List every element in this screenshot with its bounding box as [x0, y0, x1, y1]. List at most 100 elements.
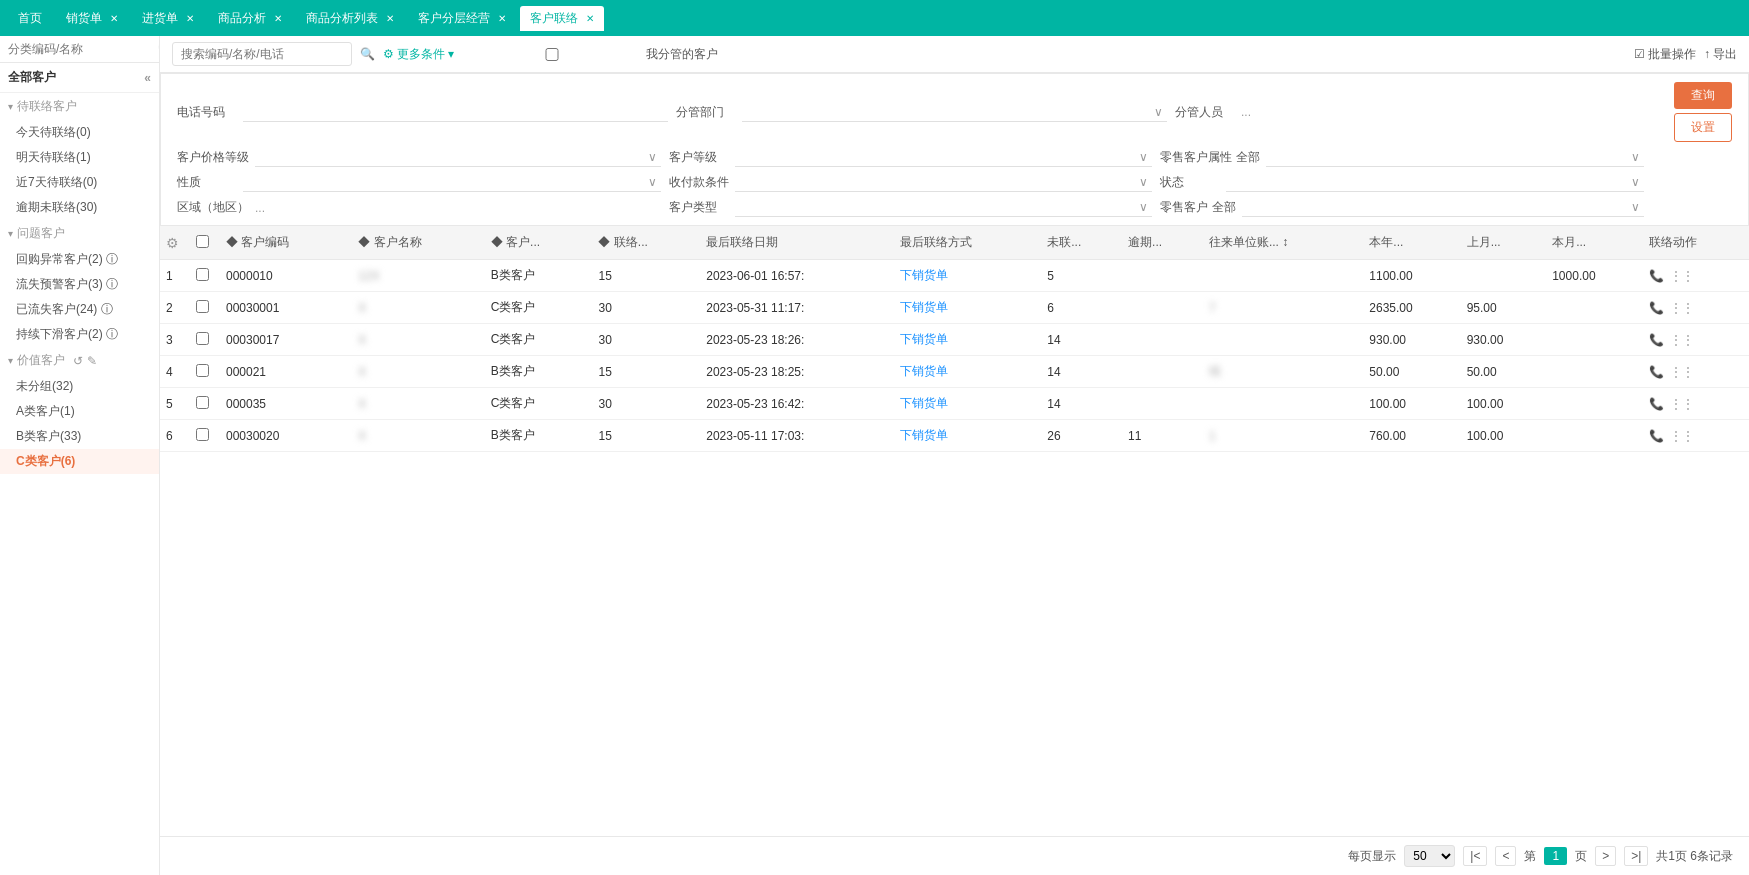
select-customer-grade[interactable]: ∨ — [735, 148, 1153, 167]
select-retail-attr[interactable]: ∨ — [1266, 148, 1644, 167]
col-this-month[interactable]: 本月... — [1546, 226, 1643, 260]
col-action[interactable]: 联络动作 — [1643, 226, 1749, 260]
select-customer-type[interactable]: ∨ — [735, 198, 1153, 217]
nav-customer-tier[interactable]: 客户分层经营 ✕ — [408, 6, 516, 31]
row-checkbox[interactable] — [196, 396, 209, 409]
contact-method-link[interactable]: 下销货单 — [900, 268, 948, 282]
sidebar-all-customers[interactable]: 全部客户 « — [0, 63, 159, 93]
col-type[interactable]: ◆ 客户... — [485, 226, 593, 260]
col-checkbox[interactable] — [190, 226, 220, 260]
sidebar-item-churned[interactable]: 已流失客户(24) ⓘ — [0, 297, 159, 322]
contact-method-link[interactable]: 下销货单 — [900, 300, 948, 314]
sidebar-item-declining[interactable]: 持续下滑客户(2) ⓘ — [0, 322, 159, 347]
call-icon[interactable]: 📞 — [1649, 301, 1664, 315]
call-icon[interactable]: 📞 — [1649, 333, 1664, 347]
col-name[interactable]: ◆ 客户名称 — [352, 226, 484, 260]
nav-analysis-list-close[interactable]: ✕ — [386, 13, 394, 24]
contact-method-link[interactable]: 下销货单 — [900, 332, 948, 346]
input-phone[interactable] — [243, 103, 668, 122]
cell-checkbox[interactable] — [190, 388, 220, 420]
col-code[interactable]: ◆ 客户编码 — [220, 226, 352, 260]
col-overdue[interactable]: 逾期... — [1122, 226, 1203, 260]
call-icon[interactable]: 📞 — [1649, 429, 1664, 443]
contact-method-link[interactable]: 下销货单 — [900, 364, 948, 378]
nav-home[interactable]: 首页 — [8, 6, 52, 31]
nav-analysis-close[interactable]: ✕ — [274, 13, 282, 24]
sidebar-item-abnormal-repurchase[interactable]: 回购异常客户(2) ⓘ — [0, 247, 159, 272]
nav-customer-contact[interactable]: 客户联络 ✕ — [520, 6, 604, 31]
col-last-month[interactable]: 上月... — [1461, 226, 1547, 260]
select-nature[interactable]: ∨ — [243, 173, 661, 192]
more-icon[interactable]: ⋮⋮ — [1670, 269, 1694, 283]
col-not-contacted[interactable]: 未联... — [1041, 226, 1122, 260]
pg-next-btn[interactable]: > — [1595, 846, 1616, 866]
dots-region[interactable]: ... — [255, 201, 265, 215]
my-customers-checkbox[interactable] — [462, 48, 642, 61]
sidebar-item-today[interactable]: 今天待联络(0) — [0, 120, 159, 145]
sidebar-item-overdue[interactable]: 逾期未联络(30) — [0, 195, 159, 220]
sidebar-item-class-a[interactable]: A类客户(1) — [0, 399, 159, 424]
col-last-contact-method[interactable]: 最后联络方式 — [894, 226, 1042, 260]
nav-analysis-list[interactable]: 商品分析列表 ✕ — [296, 6, 404, 31]
sidebar-item-7days[interactable]: 近7天待联络(0) — [0, 170, 159, 195]
select-retail-customer[interactable]: ∨ — [1242, 198, 1644, 217]
section-value-refresh-icon[interactable]: ↺ — [73, 354, 83, 368]
call-icon[interactable]: 📞 — [1649, 365, 1664, 379]
more-icon[interactable]: ⋮⋮ — [1670, 333, 1694, 347]
select-price-grade[interactable]: ∨ — [255, 148, 661, 167]
batch-operation-btn[interactable]: ☑ 批量操作 — [1634, 46, 1696, 63]
nav-analysis[interactable]: 商品分析 ✕ — [208, 6, 292, 31]
select-status[interactable]: ∨ — [1226, 173, 1644, 192]
row-checkbox[interactable] — [196, 300, 209, 313]
select-dept[interactable]: ∨ — [742, 103, 1167, 122]
row-checkbox[interactable] — [196, 332, 209, 345]
col-contact[interactable]: ◆ 联络... — [592, 226, 700, 260]
sidebar-collapse-icon[interactable]: « — [144, 71, 151, 85]
sidebar-search-input[interactable] — [8, 42, 158, 56]
pg-last-btn[interactable]: >| — [1624, 846, 1648, 866]
my-customers-checkbox-label[interactable]: 我分管的客户 — [462, 46, 718, 63]
row-checkbox[interactable] — [196, 268, 209, 281]
col-transaction[interactable]: 往来单位账... ↕ — [1203, 226, 1363, 260]
row-checkbox[interactable] — [196, 364, 209, 377]
nav-purchase[interactable]: 进货单 ✕ — [132, 6, 204, 31]
more-icon[interactable]: ⋮⋮ — [1670, 397, 1694, 411]
settings-gear-icon[interactable]: ⚙ — [166, 235, 179, 251]
call-icon[interactable]: 📞 — [1649, 269, 1664, 283]
cell-checkbox[interactable] — [190, 292, 220, 324]
dots-manager[interactable]: ... — [1241, 105, 1251, 119]
more-icon[interactable]: ⋮⋮ — [1670, 365, 1694, 379]
sidebar-item-churn-warning[interactable]: 流失预警客户(3) ⓘ — [0, 272, 159, 297]
cell-checkbox[interactable] — [190, 260, 220, 292]
sidebar-item-class-b[interactable]: B类客户(33) — [0, 424, 159, 449]
contact-method-link[interactable]: 下销货单 — [900, 396, 948, 410]
more-icon[interactable]: ⋮⋮ — [1670, 429, 1694, 443]
col-this-year[interactable]: 本年... — [1363, 226, 1460, 260]
query-button[interactable]: 查询 — [1674, 82, 1732, 109]
row-checkbox[interactable] — [196, 428, 209, 441]
contact-method-link[interactable]: 下销货单 — [900, 428, 948, 442]
select-payment[interactable]: ∨ — [735, 173, 1153, 192]
select-all-checkbox[interactable] — [196, 235, 209, 248]
section-value-edit-icon[interactable]: ✎ — [87, 354, 97, 368]
nav-sales[interactable]: 销货单 ✕ — [56, 6, 128, 31]
call-icon[interactable]: 📞 — [1649, 397, 1664, 411]
pg-prev-btn[interactable]: < — [1495, 846, 1516, 866]
search-input[interactable] — [172, 42, 352, 66]
nav-customer-contact-close[interactable]: ✕ — [586, 13, 594, 24]
more-conditions-btn[interactable]: ⚙ 更多条件 ▾ — [383, 46, 454, 63]
settings-button[interactable]: 设置 — [1674, 113, 1732, 142]
per-page-select[interactable]: 50 20 100 — [1404, 845, 1455, 867]
col-last-contact-date[interactable]: 最后联络日期 — [700, 226, 893, 260]
nav-purchase-close[interactable]: ✕ — [186, 13, 194, 24]
more-icon[interactable]: ⋮⋮ — [1670, 301, 1694, 315]
sidebar-item-class-c[interactable]: C类客户(6) — [0, 449, 159, 474]
sidebar-item-ungrouped[interactable]: 未分组(32) — [0, 374, 159, 399]
search-icon[interactable]: 🔍 — [360, 47, 375, 61]
nav-customer-tier-close[interactable]: ✕ — [498, 13, 506, 24]
cell-checkbox[interactable] — [190, 420, 220, 452]
sidebar-item-tomorrow[interactable]: 明天待联络(1) — [0, 145, 159, 170]
export-btn[interactable]: ↑ 导出 — [1704, 46, 1737, 63]
pg-first-btn[interactable]: |< — [1463, 846, 1487, 866]
nav-sales-close[interactable]: ✕ — [110, 13, 118, 24]
